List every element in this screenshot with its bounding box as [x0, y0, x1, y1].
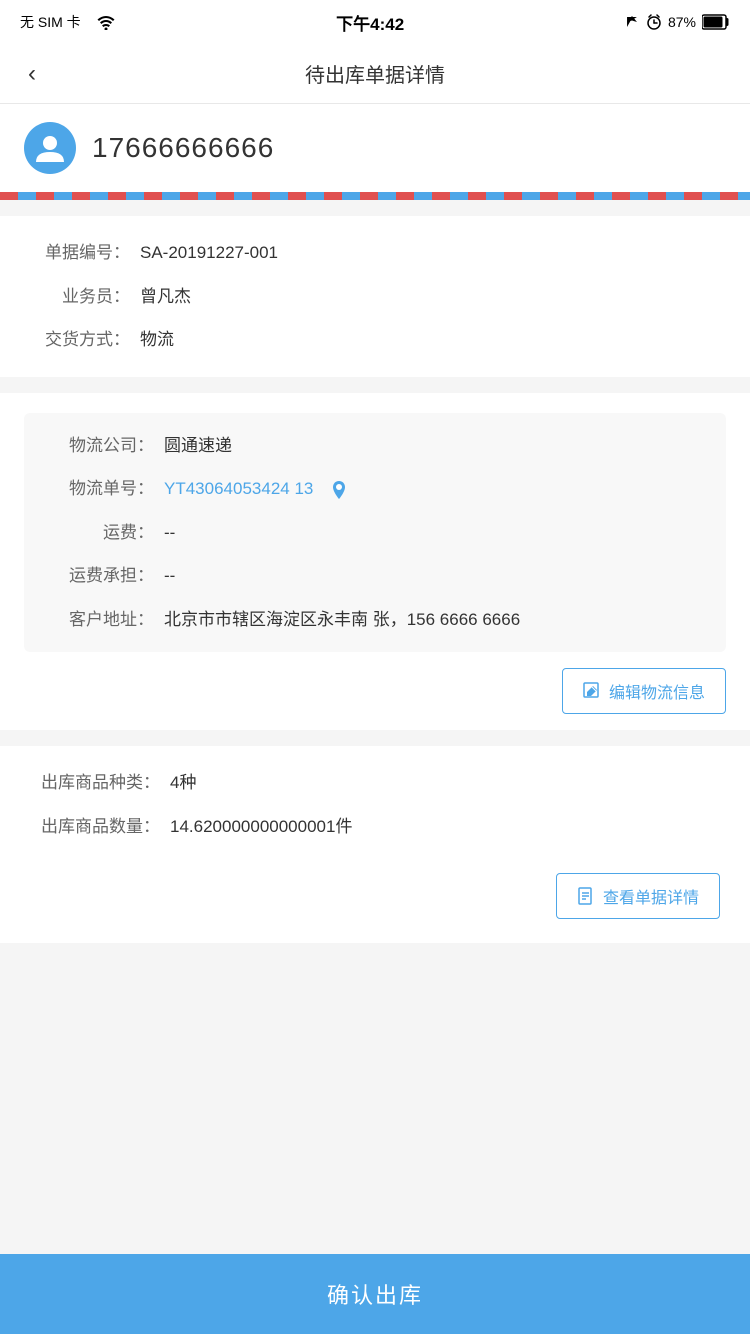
user-icon [34, 132, 66, 164]
status-right: 87% [624, 14, 730, 30]
salesman-row: 业务员： 曾凡杰 [30, 284, 720, 310]
status-left: 无 SIM 卡 [20, 12, 116, 32]
goods-type-value: 4种 [170, 770, 720, 796]
order-no-row: 单据编号： SA-20191227-001 [30, 240, 720, 266]
freight-label: 运费： [54, 520, 164, 546]
salesman-label: 业务员： [30, 284, 140, 310]
confirm-bar[interactable]: 确认出库 [0, 1254, 750, 1334]
freight-bear-row: 运费承担： -- [54, 563, 696, 589]
view-detail-button[interactable]: 查看单据详情 [556, 873, 720, 919]
tracking-row: 物流单号： YT43064053424 13 [54, 476, 696, 502]
status-time: 下午4:42 [336, 10, 404, 35]
location-pin-icon[interactable] [328, 479, 350, 501]
customer-header: 17666666666 [0, 104, 750, 192]
tracking-label: 物流单号： [54, 476, 164, 502]
delivery-label: 交货方式： [30, 327, 140, 353]
address-label: 客户地址： [54, 607, 164, 633]
goods-type-row: 出库商品种类： 4种 [30, 770, 720, 796]
document-icon [577, 887, 595, 905]
battery-percent: 87% [668, 14, 696, 30]
salesman-value: 曾凡杰 [140, 284, 720, 310]
logistics-card: 物流公司： 圆通速递 物流单号： YT43064053424 13 运费： --… [24, 413, 726, 653]
section-gap-1 [0, 200, 750, 216]
section-gap-3 [0, 730, 750, 746]
page-title: 待出库单据详情 [305, 59, 445, 88]
status-bar: 无 SIM 卡 下午4:42 87% [0, 0, 750, 44]
goods-quantity-row: 出库商品数量： 14.620000000000001件 [30, 814, 720, 840]
edit-icon [583, 682, 601, 700]
back-button[interactable]: ‹ [20, 52, 44, 96]
goods-card: 出库商品种类： 4种 出库商品数量： 14.620000000000001件 查… [0, 746, 750, 943]
nav-bar: ‹ 待出库单据详情 [0, 44, 750, 104]
goods-quantity-label: 出库商品数量： [30, 814, 170, 840]
freight-bear-value: -- [164, 563, 696, 589]
order-no-label: 单据编号： [30, 240, 140, 266]
delivery-row: 交货方式： 物流 [30, 327, 720, 353]
logistics-company-value: 圆通速递 [164, 433, 696, 459]
goods-type-label: 出库商品种类： [30, 770, 170, 796]
tracking-value: YT43064053424 13 [164, 476, 696, 502]
address-value: 北京市市辖区海淀区永丰南 张，156 6666 6666 [164, 607, 696, 633]
address-row: 客户地址： 北京市市辖区海淀区永丰南 张，156 6666 6666 [54, 607, 696, 633]
edit-logistics-button[interactable]: 编辑物流信息 [562, 668, 726, 714]
delivery-value: 物流 [140, 327, 720, 353]
freight-value: -- [164, 520, 696, 546]
goods-quantity-value: 14.620000000000001件 [170, 814, 720, 840]
battery-icon [702, 14, 730, 30]
alarm-icon [646, 14, 662, 30]
freight-row: 运费： -- [54, 520, 696, 546]
logistics-company-label: 物流公司： [54, 433, 164, 459]
bottom-spacer [0, 959, 750, 1059]
order-info-card: 单据编号： SA-20191227-001 业务员： 曾凡杰 交货方式： 物流 [0, 216, 750, 377]
logistics-company-row: 物流公司： 圆通速递 [54, 433, 696, 459]
edit-logistics-section: 编辑物流信息 [24, 652, 726, 730]
confirm-button[interactable]: 确认出库 [327, 1278, 423, 1310]
customer-phone: 17666666666 [92, 132, 274, 164]
section-gap-4 [0, 943, 750, 959]
section-gap-2 [0, 377, 750, 393]
freight-bear-label: 运费承担： [54, 563, 164, 589]
order-no-value: SA-20191227-001 [140, 240, 720, 266]
decorative-divider [0, 192, 750, 200]
location-icon [624, 14, 640, 30]
avatar [24, 122, 76, 174]
view-detail-section: 查看单据详情 [30, 857, 720, 919]
